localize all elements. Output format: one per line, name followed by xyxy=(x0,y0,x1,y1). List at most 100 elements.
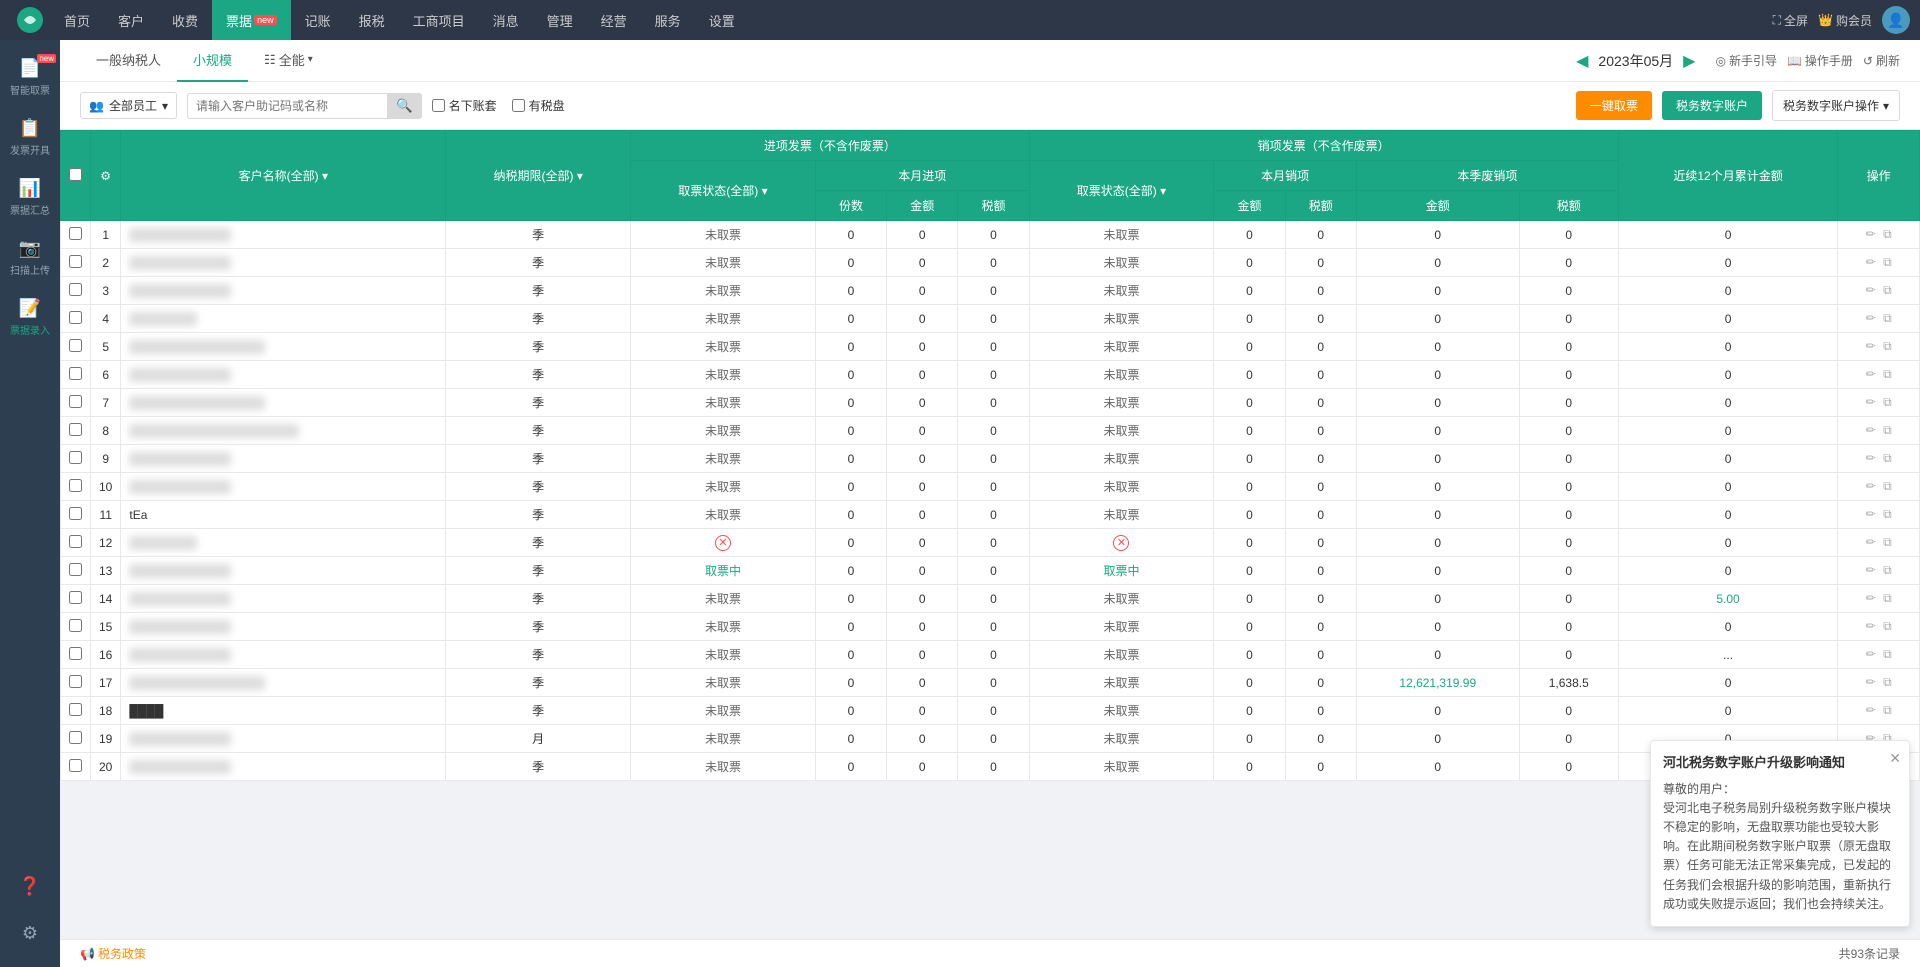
sub-accounts-input[interactable] xyxy=(432,99,445,112)
row-checkbox[interactable] xyxy=(69,731,82,744)
row-checkbox[interactable] xyxy=(69,367,82,380)
search-input[interactable] xyxy=(187,93,387,119)
employee-select[interactable]: 👥 全部员工 ▾ xyxy=(80,92,177,119)
edit-icon[interactable]: ✏ xyxy=(1866,507,1876,521)
th-customer-name[interactable]: 客户名称(全部) ▾ xyxy=(121,131,446,221)
nav-service[interactable]: 服务 xyxy=(641,0,695,40)
edit-icon[interactable]: ✏ xyxy=(1866,255,1876,269)
edit-icon[interactable]: ✏ xyxy=(1866,563,1876,577)
nav-invoice[interactable]: 票据 new xyxy=(212,0,291,40)
row-checkbox[interactable] xyxy=(69,479,82,492)
settings-icon[interactable]: ⚙ xyxy=(100,169,111,183)
edit-icon[interactable]: ✏ xyxy=(1866,479,1876,493)
edit-icon[interactable]: ✏ xyxy=(1866,395,1876,409)
search-button[interactable]: 🔍 xyxy=(387,93,422,119)
row-checkbox[interactable] xyxy=(69,451,82,464)
copy-icon[interactable]: ⧉ xyxy=(1883,227,1892,241)
prev-month-button[interactable]: ◀ xyxy=(1576,51,1588,71)
logo[interactable] xyxy=(10,0,50,40)
row-checkbox[interactable] xyxy=(69,563,82,576)
row-checkbox[interactable] xyxy=(69,227,82,240)
digital-account-button[interactable]: 税务数字账户 xyxy=(1662,91,1762,120)
edit-icon[interactable]: ✏ xyxy=(1866,591,1876,605)
edit-icon[interactable]: ✏ xyxy=(1866,703,1876,717)
manual-button[interactable]: 📖 操作手册 xyxy=(1787,52,1853,69)
edit-icon[interactable]: ✏ xyxy=(1866,535,1876,549)
row-checkbox[interactable] xyxy=(69,395,82,408)
copy-icon[interactable]: ⧉ xyxy=(1883,675,1892,689)
copy-icon[interactable]: ⧉ xyxy=(1883,563,1892,577)
avatar[interactable]: 👤 xyxy=(1882,6,1910,34)
edit-icon[interactable]: ✏ xyxy=(1866,619,1876,633)
edit-icon[interactable]: ✏ xyxy=(1866,367,1876,381)
copy-icon[interactable]: ⧉ xyxy=(1883,647,1892,661)
copy-icon[interactable]: ⧉ xyxy=(1883,507,1892,521)
edit-icon[interactable]: ✏ xyxy=(1866,451,1876,465)
edit-icon[interactable]: ✏ xyxy=(1866,339,1876,353)
member-button[interactable]: 👑 购会员 xyxy=(1818,12,1872,29)
edit-icon[interactable]: ✏ xyxy=(1866,647,1876,661)
tax-policy-link[interactable]: 📢 税务政策 xyxy=(80,945,146,962)
edit-icon[interactable]: ✏ xyxy=(1866,311,1876,325)
edit-icon[interactable]: ✏ xyxy=(1866,675,1876,689)
copy-icon[interactable]: ⧉ xyxy=(1883,451,1892,465)
row-checkbox[interactable] xyxy=(69,759,82,772)
copy-icon[interactable]: ⧉ xyxy=(1883,367,1892,381)
nav-business[interactable]: 工商项目 xyxy=(399,0,479,40)
th-in-status[interactable]: 取票状态(全部) ▾ xyxy=(631,161,816,221)
th-tax-period[interactable]: 纳税期限(全部) ▾ xyxy=(446,131,631,221)
tab-small-scale[interactable]: 小规模 xyxy=(177,40,248,82)
row-checkbox[interactable] xyxy=(69,423,82,436)
one-click-ticket-button[interactable]: 一键取票 xyxy=(1576,91,1652,120)
row-checkbox[interactable] xyxy=(69,591,82,604)
copy-icon[interactable]: ⧉ xyxy=(1883,535,1892,549)
checkbox-sub-accounts[interactable]: 名下账套 xyxy=(432,97,497,114)
popup-close-button[interactable]: ✕ xyxy=(1889,747,1901,769)
sidebar-item-entry[interactable]: 📝 票据录入 xyxy=(0,290,60,345)
sidebar-item-summary[interactable]: 📊 票据汇总 xyxy=(0,170,60,225)
select-all-checkbox[interactable] xyxy=(69,168,82,181)
copy-icon[interactable]: ⧉ xyxy=(1883,591,1892,605)
tab-general-taxpayer[interactable]: 一般纳税人 xyxy=(80,40,177,82)
edit-icon[interactable]: ✏ xyxy=(1866,423,1876,437)
nav-manage[interactable]: 管理 xyxy=(533,0,587,40)
nav-tax[interactable]: 报税 xyxy=(345,0,399,40)
row-checkbox[interactable] xyxy=(69,619,82,632)
row-checkbox[interactable] xyxy=(69,283,82,296)
nav-settings[interactable]: 设置 xyxy=(695,0,749,40)
row-checkbox[interactable] xyxy=(69,647,82,660)
sidebar-item-help[interactable]: ❓ xyxy=(14,868,46,905)
row-checkbox[interactable] xyxy=(69,339,82,352)
copy-icon[interactable]: ⧉ xyxy=(1883,703,1892,717)
row-checkbox[interactable] xyxy=(69,535,82,548)
copy-icon[interactable]: ⧉ xyxy=(1883,255,1892,269)
edit-icon[interactable]: ✏ xyxy=(1866,227,1876,241)
nav-accounting[interactable]: 记账 xyxy=(291,0,345,40)
nav-home[interactable]: 首页 xyxy=(50,0,104,40)
nav-fee[interactable]: 收费 xyxy=(158,0,212,40)
fullscreen-button[interactable]: ⛶ 全屏 xyxy=(1773,12,1808,29)
digital-account-ops-button[interactable]: 税务数字账户操作 ▾ xyxy=(1772,90,1900,121)
copy-icon[interactable]: ⧉ xyxy=(1883,619,1892,633)
refresh-button[interactable]: ↺ 刷新 xyxy=(1863,52,1900,69)
row-checkbox[interactable] xyxy=(69,507,82,520)
copy-icon[interactable]: ⧉ xyxy=(1883,283,1892,297)
copy-icon[interactable]: ⧉ xyxy=(1883,339,1892,353)
nav-message[interactable]: 消息 xyxy=(479,0,533,40)
th-out-status[interactable]: 取票状态(全部) ▾ xyxy=(1029,161,1214,221)
copy-icon[interactable]: ⧉ xyxy=(1883,311,1892,325)
sidebar-item-scan[interactable]: 📷 扫描上传 xyxy=(0,230,60,285)
copy-icon[interactable]: ⧉ xyxy=(1883,395,1892,409)
guide-button[interactable]: ◎ 新手引导 xyxy=(1715,52,1777,69)
next-month-button[interactable]: ▶ xyxy=(1683,51,1695,71)
nav-operation[interactable]: 经营 xyxy=(587,0,641,40)
copy-icon[interactable]: ⧉ xyxy=(1883,479,1892,493)
sidebar-item-smart-ticket[interactable]: 📄 智能取票 new xyxy=(0,50,60,105)
checkbox-tax-disk[interactable]: 有税盘 xyxy=(512,97,565,114)
tab-all-capable[interactable]: ☷ 全能 ▾ xyxy=(248,40,329,82)
row-checkbox[interactable] xyxy=(69,703,82,716)
row-checkbox[interactable] xyxy=(69,311,82,324)
copy-icon[interactable]: ⧉ xyxy=(1883,423,1892,437)
sidebar-item-config[interactable]: ⚙ xyxy=(14,915,46,952)
row-checkbox[interactable] xyxy=(69,675,82,688)
